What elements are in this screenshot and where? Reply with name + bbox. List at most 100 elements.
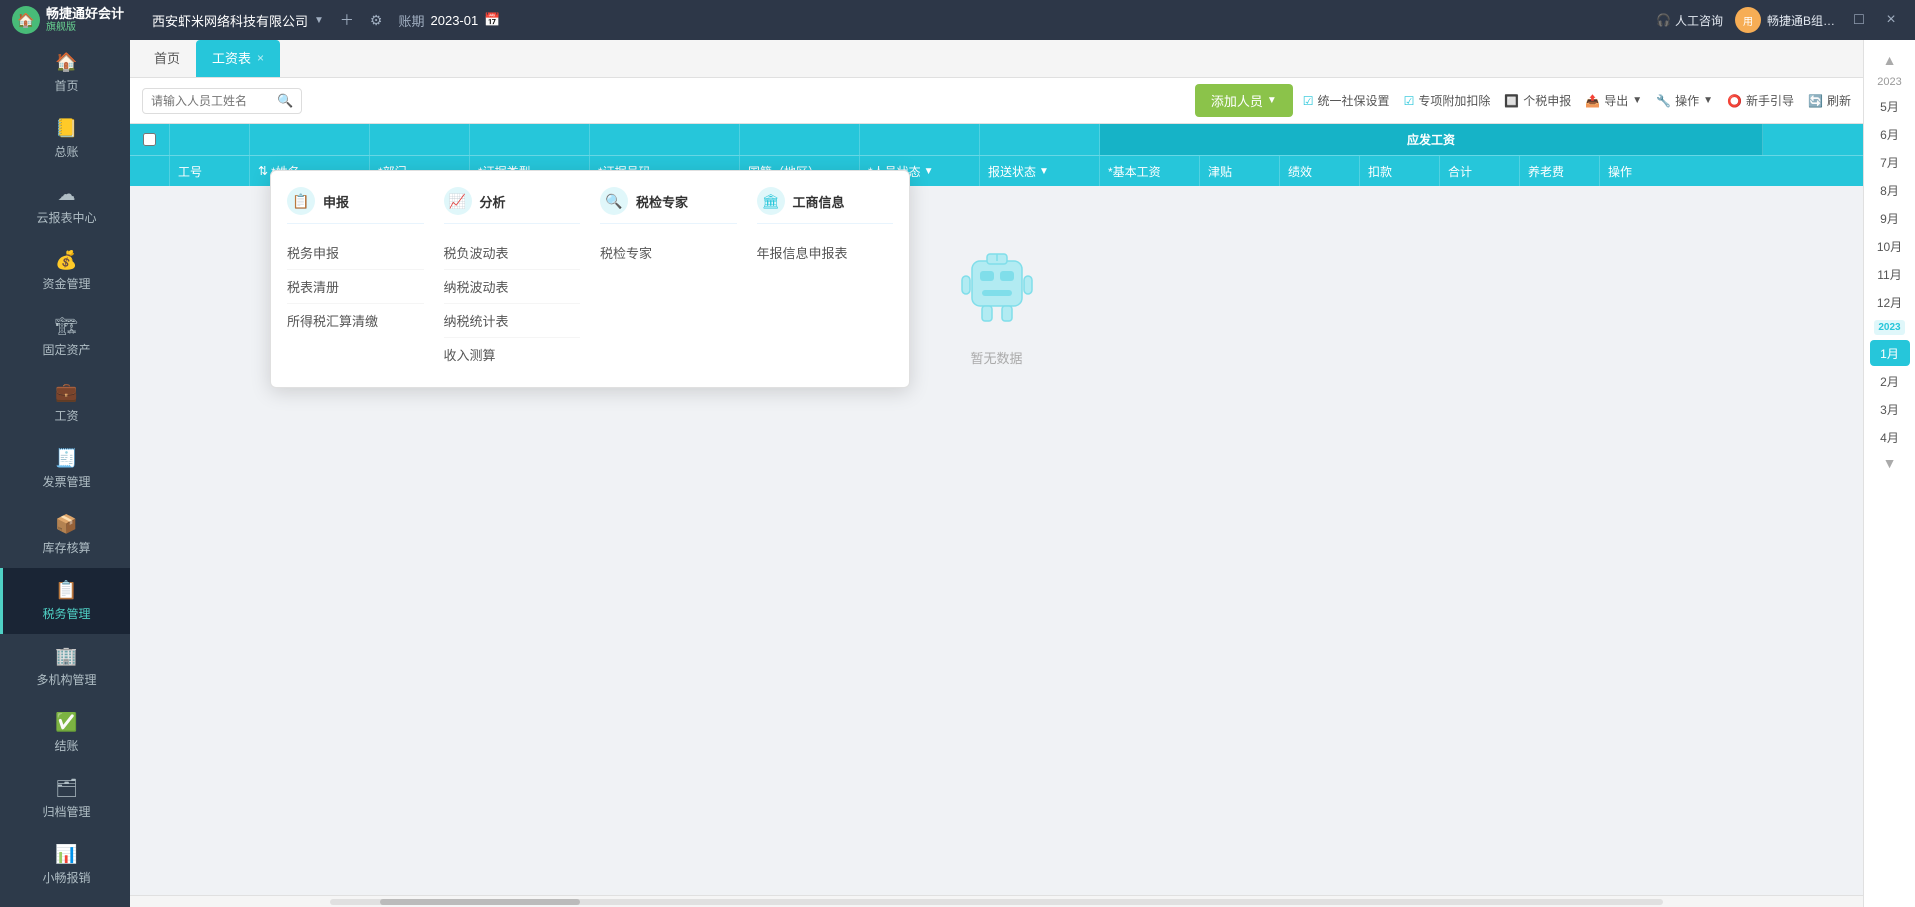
add-person-btn[interactable]: 添加人员 ▼ — [1195, 84, 1293, 117]
company-dropdown-arrow: ▼ — [314, 15, 324, 26]
sidebar-item-tax[interactable]: 📋 税务管理 — [0, 568, 130, 634]
th-deduct: 扣款 — [1360, 156, 1440, 186]
salary-icon: 💼 — [55, 382, 77, 403]
sidebar-item-archive[interactable]: 🗂 归档管理 — [0, 766, 130, 832]
select-all-checkbox[interactable] — [143, 133, 156, 146]
special-deduct-btn[interactable]: ☑ 专项附加扣除 — [1404, 92, 1491, 109]
add-company-btn[interactable]: ＋ — [340, 10, 354, 30]
sidebar-item-inventory[interactable]: 📦 库存核算 — [0, 502, 130, 568]
user-info[interactable]: 用 畅捷通B组… — [1735, 7, 1835, 33]
service-btn[interactable]: 🎧 人工咨询 — [1656, 12, 1723, 29]
popup-grid: 📋 申报 税务申报 税表清册 所得税汇算清缴 📈 分析 税负波动表 — [287, 187, 893, 371]
operate-btn[interactable]: 🔧 操作 ▼ — [1656, 92, 1713, 109]
month-2[interactable]: 2月 — [1870, 368, 1910, 394]
menu-item-income-calc[interactable]: 收入测算 — [444, 338, 581, 371]
sidebar-item-cloud[interactable]: ☁ 云报表中心 — [0, 172, 130, 238]
export-btn[interactable]: 📤 导出 ▼ — [1585, 92, 1642, 109]
menu-item-tax-payment-fluct[interactable]: 纳税波动表 — [444, 270, 581, 304]
invoice-icon: 🧾 — [55, 448, 77, 469]
home-icon: 🏠 — [55, 52, 77, 73]
calendar-icon[interactable]: 📅 — [484, 12, 500, 28]
export-label: 导出 — [1604, 92, 1628, 109]
month-nav-up[interactable]: ▲ — [1878, 48, 1902, 72]
tab-salary-table[interactable]: 工资表 × — [196, 40, 280, 77]
month-1[interactable]: 1月 — [1870, 340, 1910, 366]
add-person-arrow: ▼ — [1267, 95, 1277, 106]
month-6[interactable]: 6月 — [1870, 121, 1910, 147]
month-11[interactable]: 11月 — [1870, 261, 1910, 287]
refresh-btn[interactable]: 🔄 刷新 — [1808, 92, 1851, 109]
scroll-track[interactable] — [330, 899, 1663, 905]
tax-return-btn[interactable]: 🔲 个税申报 — [1504, 92, 1571, 109]
sidebar-item-xiaochang[interactable]: 📊 小畅报销 — [0, 832, 130, 898]
sidebar-label-tax: 税务管理 — [42, 605, 90, 622]
month-5[interactable]: 5月 — [1870, 93, 1910, 119]
company-selector[interactable]: 西安虾米网络科技有限公司 ▼ — [152, 11, 324, 30]
export-arrow: ▼ — [1632, 95, 1642, 106]
sidebar-item-settle[interactable]: ✅ 结账 — [0, 700, 130, 766]
sidebar-item-salary[interactable]: 💼 工资 — [0, 370, 130, 436]
period-value: 2023-01 — [431, 13, 479, 28]
social-security-btn[interactable]: ☑ 统一社保设置 — [1303, 92, 1390, 109]
window-controls: □ × — [1847, 8, 1903, 32]
popup-section-business-info: 🏛 工商信息 年报信息申报表 — [757, 187, 894, 371]
th-num-group — [170, 124, 250, 155]
menu-item-annual-report[interactable]: 年报信息申报表 — [757, 236, 894, 269]
section-header-analysis: 📈 分析 — [444, 187, 581, 224]
analysis-section-icon: 📈 — [444, 187, 472, 215]
month-3[interactable]: 3月 — [1870, 396, 1910, 422]
th-base: *基本工资 — [1100, 156, 1200, 186]
section-header-business-info: 🏛 工商信息 — [757, 187, 894, 224]
sidebar-item-invoice[interactable]: 🧾 发票管理 — [0, 436, 130, 502]
month-10[interactable]: 10月 — [1870, 233, 1910, 259]
month-9[interactable]: 9月 — [1870, 205, 1910, 231]
sidebar-item-basic[interactable]: ⚙ 基础设置 — [0, 898, 130, 907]
declaration-section-title: 申报 — [323, 192, 349, 211]
sidebar-item-ledger[interactable]: 📒 总账 — [0, 106, 130, 172]
scroll-thumb[interactable] — [380, 899, 580, 905]
month-12[interactable]: 12月 — [1870, 289, 1910, 315]
toolbar-actions: ☑ 统一社保设置 ☑ 专项附加扣除 🔲 个税申报 📤 导出 ▼ 🔧 — [1303, 92, 1851, 109]
sidebar-label-archive: 归档管理 — [42, 803, 90, 820]
menu-item-income-tax-calc[interactable]: 所得税汇算清缴 — [287, 304, 424, 337]
menu-item-tax-stat[interactable]: 纳税统计表 — [444, 304, 581, 338]
popup-section-declaration: 📋 申报 税务申报 税表清册 所得税汇算清缴 — [287, 187, 424, 371]
empty-illustration — [952, 246, 1042, 336]
sidebar-label-ledger: 总账 — [54, 143, 78, 160]
settle-icon: ✅ — [55, 712, 77, 733]
filter-icon: ▼ — [924, 166, 934, 177]
window-restore-btn[interactable]: □ — [1847, 8, 1871, 32]
header-actions: ＋ ⚙ — [340, 10, 383, 30]
tax-return-icon: 🔲 — [1504, 94, 1519, 108]
sidebar-item-assets[interactable]: 🏗 固定资产 — [0, 304, 130, 370]
th-op: 操作 — [1600, 156, 1700, 186]
tab-home[interactable]: 首页 — [138, 40, 196, 77]
multi-icon: 🏢 — [55, 646, 77, 667]
th-subsidy: 津贴 — [1200, 156, 1280, 186]
month-8[interactable]: 8月 — [1870, 177, 1910, 203]
logo-area: 🏠 畅捷通好会计 旗舰版 — [12, 6, 142, 34]
sidebar-item-funds[interactable]: 💰 资金管理 — [0, 238, 130, 304]
menu-item-tax-check[interactable]: 税检专家 — [600, 236, 737, 269]
menu-item-tax-fluctuation[interactable]: 税负波动表 — [444, 236, 581, 270]
sidebar-label-home: 首页 — [54, 77, 78, 94]
month-4[interactable]: 4月 — [1870, 424, 1910, 450]
tax-expert-section-icon: 🔍 — [600, 187, 628, 215]
month-nav-down[interactable]: ▼ — [1878, 451, 1902, 475]
menu-item-tax-table-list[interactable]: 税表清册 — [287, 270, 424, 304]
user-avatar: 用 — [1735, 7, 1761, 33]
settings-btn[interactable]: ⚙ — [370, 12, 383, 29]
menu-item-tax-declaration[interactable]: 税务申报 — [287, 236, 424, 270]
th-report-status[interactable]: 报送状态 ▼ — [980, 156, 1100, 186]
window-close-btn[interactable]: × — [1879, 8, 1903, 32]
th-op-group — [1763, 124, 1863, 155]
search-input[interactable] — [151, 94, 271, 108]
month-7[interactable]: 7月 — [1870, 149, 1910, 175]
sidebar-item-home[interactable]: 🏠 首页 — [0, 40, 130, 106]
new-guide-btn[interactable]: ⭕ 新手引导 — [1727, 92, 1794, 109]
operate-label: 操作 — [1675, 92, 1699, 109]
empty-label: 暂无数据 — [970, 348, 1022, 367]
sidebar-item-multi[interactable]: 🏢 多机构管理 — [0, 634, 130, 700]
year-label-2023: 2023 — [1874, 320, 1904, 335]
tab-close-btn[interactable]: × — [257, 51, 264, 65]
